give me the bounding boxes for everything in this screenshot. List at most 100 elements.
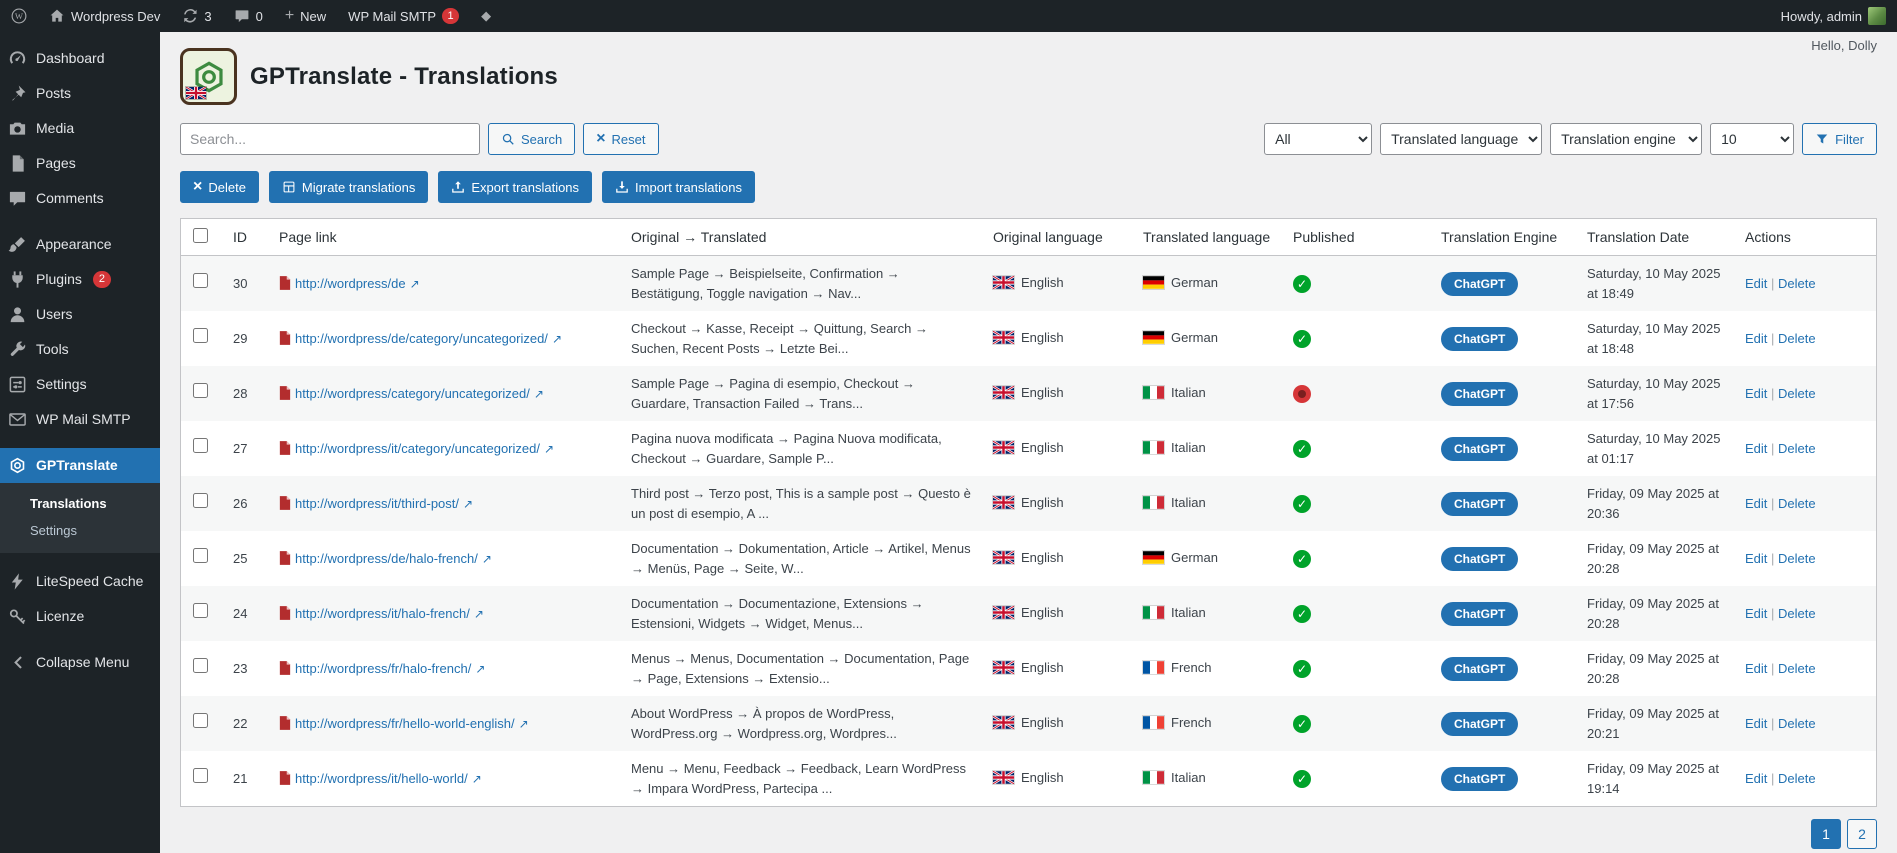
external-link-icon[interactable]: ↗ xyxy=(474,607,484,621)
sidebar-item-gptranslate[interactable]: GPTranslate xyxy=(0,448,160,483)
key-icon xyxy=(8,607,27,626)
row-checkbox[interactable] xyxy=(193,768,208,783)
select-all-checkbox[interactable] xyxy=(193,228,208,243)
edit-link[interactable]: Edit xyxy=(1745,606,1767,621)
page-link[interactable]: http://wordpress/it/category/uncategoriz… xyxy=(295,441,540,456)
external-link-icon[interactable]: ↗ xyxy=(463,497,473,511)
delete-link[interactable]: Delete xyxy=(1778,331,1816,346)
page-link[interactable]: http://wordpress/it/hello-world/ xyxy=(295,771,468,786)
external-link-icon[interactable]: ↗ xyxy=(482,552,492,566)
page-link[interactable]: http://wordpress/category/uncategorized/ xyxy=(295,386,530,401)
delete-link[interactable]: Delete xyxy=(1778,606,1816,621)
search-input[interactable] xyxy=(180,123,480,155)
row-checkbox[interactable] xyxy=(193,273,208,288)
row-checkbox[interactable] xyxy=(193,383,208,398)
updates-menu[interactable]: 3 xyxy=(171,0,222,32)
new-content-menu[interactable]: + New xyxy=(274,0,337,32)
import-translations-button[interactable]: Import translations xyxy=(602,171,755,203)
row-checkbox[interactable] xyxy=(193,493,208,508)
edit-link[interactable]: Edit xyxy=(1745,716,1767,731)
delete-link[interactable]: Delete xyxy=(1778,386,1816,401)
edit-link[interactable]: Edit xyxy=(1745,496,1767,511)
row-checkbox[interactable] xyxy=(193,658,208,673)
sidebar-item-plugins[interactable]: Plugins 2 xyxy=(0,262,160,297)
translated-language-select[interactable]: Translated language xyxy=(1380,123,1542,155)
row-checkbox[interactable] xyxy=(193,713,208,728)
filter-button[interactable]: Filter xyxy=(1802,123,1877,155)
sidebar-item-licenze[interactable]: Licenze xyxy=(0,599,160,634)
page-button-1[interactable]: 1 xyxy=(1811,819,1841,849)
delete-link[interactable]: Delete xyxy=(1778,661,1816,676)
wp-mail-smtp-menu[interactable]: WP Mail SMTP 1 xyxy=(337,0,470,32)
sidebar-item-litespeed-cache[interactable]: LiteSpeed Cache xyxy=(0,564,160,599)
published-status: ✓ xyxy=(1293,550,1311,568)
comments-menu[interactable]: 0 xyxy=(223,0,274,32)
page-link[interactable]: http://wordpress/de/halo-french/ xyxy=(295,551,478,566)
row-checkbox[interactable] xyxy=(193,438,208,453)
sidebar-item-tools[interactable]: Tools xyxy=(0,332,160,367)
external-link-icon[interactable]: ↗ xyxy=(544,442,554,456)
external-link-icon[interactable]: ↗ xyxy=(534,387,544,401)
translated-language-label: Italian xyxy=(1171,603,1206,623)
edit-link[interactable]: Edit xyxy=(1745,551,1767,566)
edit-link[interactable]: Edit xyxy=(1745,276,1767,291)
edit-link[interactable]: Edit xyxy=(1745,441,1767,456)
page-link[interactable]: http://wordpress/it/third-post/ xyxy=(295,496,459,511)
sidebar-item-pages[interactable]: Pages xyxy=(0,146,160,181)
delete-link[interactable]: Delete xyxy=(1778,771,1816,786)
submenu-item-settings[interactable]: Settings xyxy=(0,517,160,544)
submenu-item-translations[interactable]: Translations xyxy=(0,490,160,517)
edit-link[interactable]: Edit xyxy=(1745,386,1767,401)
edit-link[interactable]: Edit xyxy=(1745,771,1767,786)
delete-link[interactable]: Delete xyxy=(1778,496,1816,511)
action-separator: | xyxy=(1771,661,1774,676)
debug-menu[interactable]: ◆ xyxy=(470,0,502,32)
page-link[interactable]: http://wordpress/fr/halo-french/ xyxy=(295,661,471,676)
table-row: 25 http://wordpress/de/halo-french/↗ Doc… xyxy=(181,531,1876,586)
delete-link[interactable]: Delete xyxy=(1778,551,1816,566)
page-button-2[interactable]: 2 xyxy=(1847,819,1877,849)
translation-date: Friday, 09 May 2025 at 20:21 xyxy=(1577,696,1735,751)
external-link-icon[interactable]: ↗ xyxy=(552,332,562,346)
edit-link[interactable]: Edit xyxy=(1745,661,1767,676)
delete-link[interactable]: Delete xyxy=(1778,441,1816,456)
sidebar-item-media[interactable]: Media xyxy=(0,111,160,146)
admin-bar: W Wordpress Dev 3 0 + New WP Mail SMTP 1… xyxy=(0,0,1897,32)
edit-link[interactable]: Edit xyxy=(1745,331,1767,346)
external-link-icon[interactable]: ↗ xyxy=(519,717,529,731)
sidebar-item-appearance[interactable]: Appearance xyxy=(0,227,160,262)
sidebar-item-users[interactable]: Users xyxy=(0,297,160,332)
sidebar-item-posts[interactable]: Posts xyxy=(0,76,160,111)
status-filter-select[interactable]: All xyxy=(1264,123,1372,155)
plus-icon: + xyxy=(285,8,294,24)
page-link[interactable]: http://wordpress/de xyxy=(295,276,406,291)
migrate-translations-button[interactable]: Migrate translations xyxy=(269,171,428,203)
page-link[interactable]: http://wordpress/it/halo-french/ xyxy=(295,606,470,621)
page-link[interactable]: http://wordpress/de/category/uncategoriz… xyxy=(295,331,548,346)
delete-button[interactable]: × Delete xyxy=(180,171,259,203)
search-button[interactable]: Search xyxy=(488,123,575,155)
sidebar-item-settings[interactable]: Settings xyxy=(0,367,160,402)
row-checkbox[interactable] xyxy=(193,328,208,343)
reset-button[interactable]: × Reset xyxy=(583,123,658,155)
sidebar-item-wp-mail-smtp[interactable]: WP Mail SMTP xyxy=(0,402,160,437)
delete-link[interactable]: Delete xyxy=(1778,716,1816,731)
page-link[interactable]: http://wordpress/fr/hello-world-english/ xyxy=(295,716,515,731)
row-checkbox[interactable] xyxy=(193,548,208,563)
my-account-menu[interactable]: Howdy, admin xyxy=(1770,0,1897,32)
row-checkbox[interactable] xyxy=(193,603,208,618)
sidebar-item-comments[interactable]: Comments xyxy=(0,181,160,216)
original-language-label: English xyxy=(1021,438,1064,458)
external-link-icon[interactable]: ↗ xyxy=(472,772,482,786)
translation-engine-select[interactable]: Translation engine xyxy=(1550,123,1702,155)
wordpress-logo-menu[interactable]: W xyxy=(0,0,38,32)
external-link-icon[interactable]: ↗ xyxy=(475,662,485,676)
row-summary: About WordPress → À propos de WordPress,… xyxy=(621,696,983,751)
delete-link[interactable]: Delete xyxy=(1778,276,1816,291)
external-link-icon[interactable]: ↗ xyxy=(410,277,420,291)
site-name-menu[interactable]: Wordpress Dev xyxy=(38,0,171,32)
export-translations-button[interactable]: Export translations xyxy=(438,171,592,203)
collapse-menu-button[interactable]: Collapse Menu xyxy=(0,645,160,680)
sidebar-item-dashboard[interactable]: Dashboard xyxy=(0,41,160,76)
per-page-select[interactable]: 10 xyxy=(1710,123,1794,155)
